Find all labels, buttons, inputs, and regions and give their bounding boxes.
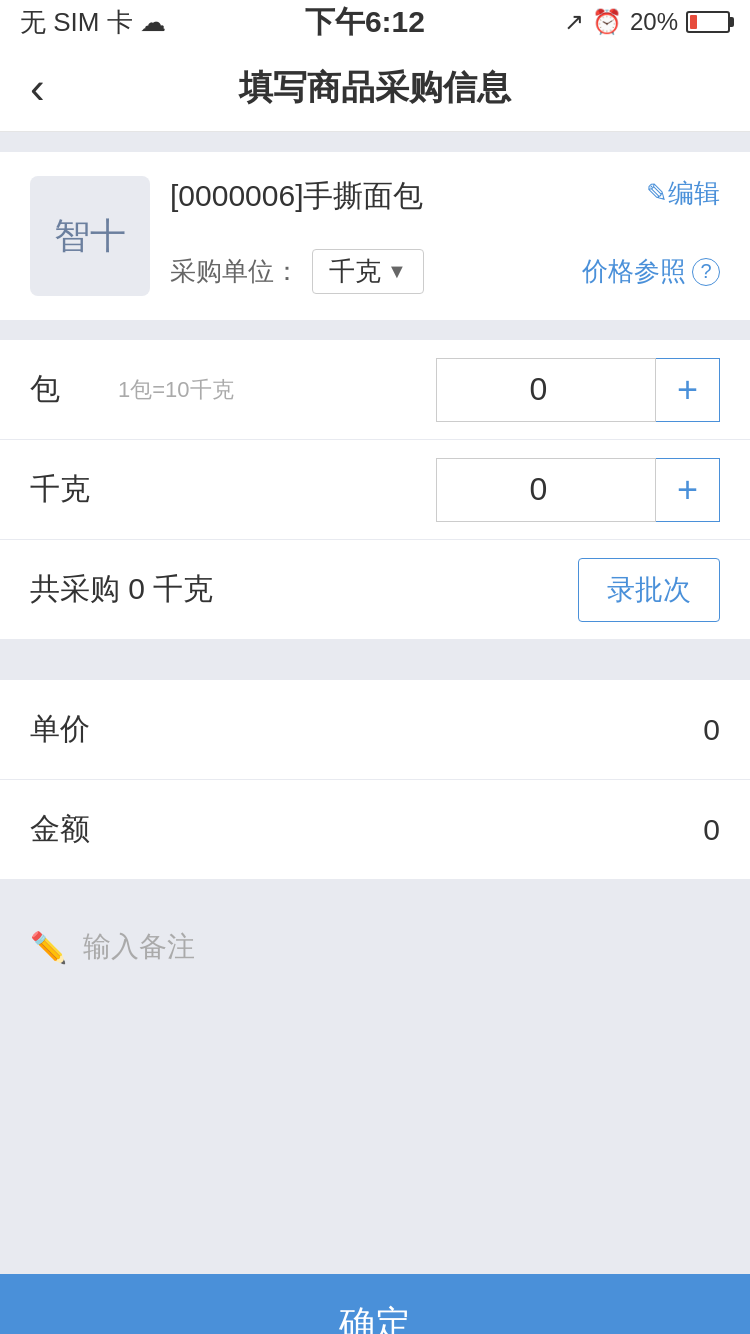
bag-input[interactable] <box>436 358 656 422</box>
confirm-button[interactable]: 确定 <box>0 1274 750 1334</box>
bag-row: 包 1包=10千克 + <box>0 340 750 440</box>
bag-plus-button[interactable]: + <box>656 358 720 422</box>
price-ref-label: 价格参照 <box>582 254 686 289</box>
sim-label: 无 SIM 卡 ☁ <box>20 5 166 40</box>
empty-space <box>0 994 750 1274</box>
edit-button[interactable]: ✎编辑 <box>646 176 720 211</box>
product-name: [0000006]手撕面包 <box>170 176 423 217</box>
unit-price-value: 0 <box>703 713 720 747</box>
input-section: 包 1包=10千克 + 千克 + 共采购 0 千克 录批次 <box>0 340 750 640</box>
status-bar: 无 SIM 卡 ☁ 下午6:12 ↗ ⏰ 20% <box>0 0 750 44</box>
summary-row: 共采购 0 千克 录批次 <box>0 540 750 640</box>
kg-row: 千克 + <box>0 440 750 540</box>
product-card: 智十 [0000006]手撕面包 ✎编辑 采购单位： 千克 ▼ 价格参照 ? <box>0 152 750 320</box>
location-icon: ↗ <box>564 8 584 36</box>
bag-input-wrap: + <box>436 358 720 422</box>
battery-icon <box>686 11 730 33</box>
price-ref-button[interactable]: 价格参照 ? <box>582 254 720 289</box>
unit-price-row: 单价 0 <box>0 680 750 780</box>
bag-label: 包 <box>30 369 110 410</box>
status-time: 下午6:12 <box>305 2 425 43</box>
batch-button[interactable]: 录批次 <box>578 558 720 622</box>
separator-1 <box>0 320 750 340</box>
amount-row: 金额 0 <box>0 780 750 880</box>
unit-label: 采购单位： <box>170 254 300 289</box>
product-image: 智十 <box>30 176 150 296</box>
battery-percent: 20% <box>630 8 678 36</box>
unit-select[interactable]: 千克 ▼ <box>312 249 424 294</box>
page-title: 填写商品采购信息 <box>239 65 511 111</box>
unit-price-label: 单价 <box>30 709 90 750</box>
notes-section[interactable]: ✏️ 输入备注 <box>0 900 750 994</box>
help-icon: ? <box>692 258 720 286</box>
pencil-icon: ✏️ <box>30 930 67 965</box>
product-info: [0000006]手撕面包 ✎编辑 采购单位： 千克 ▼ 价格参照 ? <box>170 176 720 294</box>
price-section: 单价 0 金额 0 <box>0 680 750 880</box>
amount-label: 金额 <box>30 809 90 850</box>
status-left: 无 SIM 卡 ☁ <box>20 5 166 40</box>
nav-bar: ‹ 填写商品采购信息 <box>0 44 750 132</box>
kg-input[interactable] <box>436 458 656 522</box>
kg-label: 千克 <box>30 469 110 510</box>
summary-text: 共采购 0 千克 <box>30 569 213 610</box>
separator-2 <box>0 640 750 660</box>
alarm-icon: ⏰ <box>592 8 622 36</box>
back-button[interactable]: ‹ <box>30 66 65 110</box>
unit-arrow-icon: ▼ <box>387 260 407 283</box>
notes-placeholder: 输入备注 <box>83 928 195 966</box>
unit-value: 千克 <box>329 254 381 289</box>
kg-input-wrap: + <box>436 458 720 522</box>
product-logo: 智十 <box>54 212 126 261</box>
status-right: ↗ ⏰ 20% <box>564 8 730 36</box>
bag-sublabel: 1包=10千克 <box>118 375 234 405</box>
kg-plus-button[interactable]: + <box>656 458 720 522</box>
amount-value: 0 <box>703 813 720 847</box>
